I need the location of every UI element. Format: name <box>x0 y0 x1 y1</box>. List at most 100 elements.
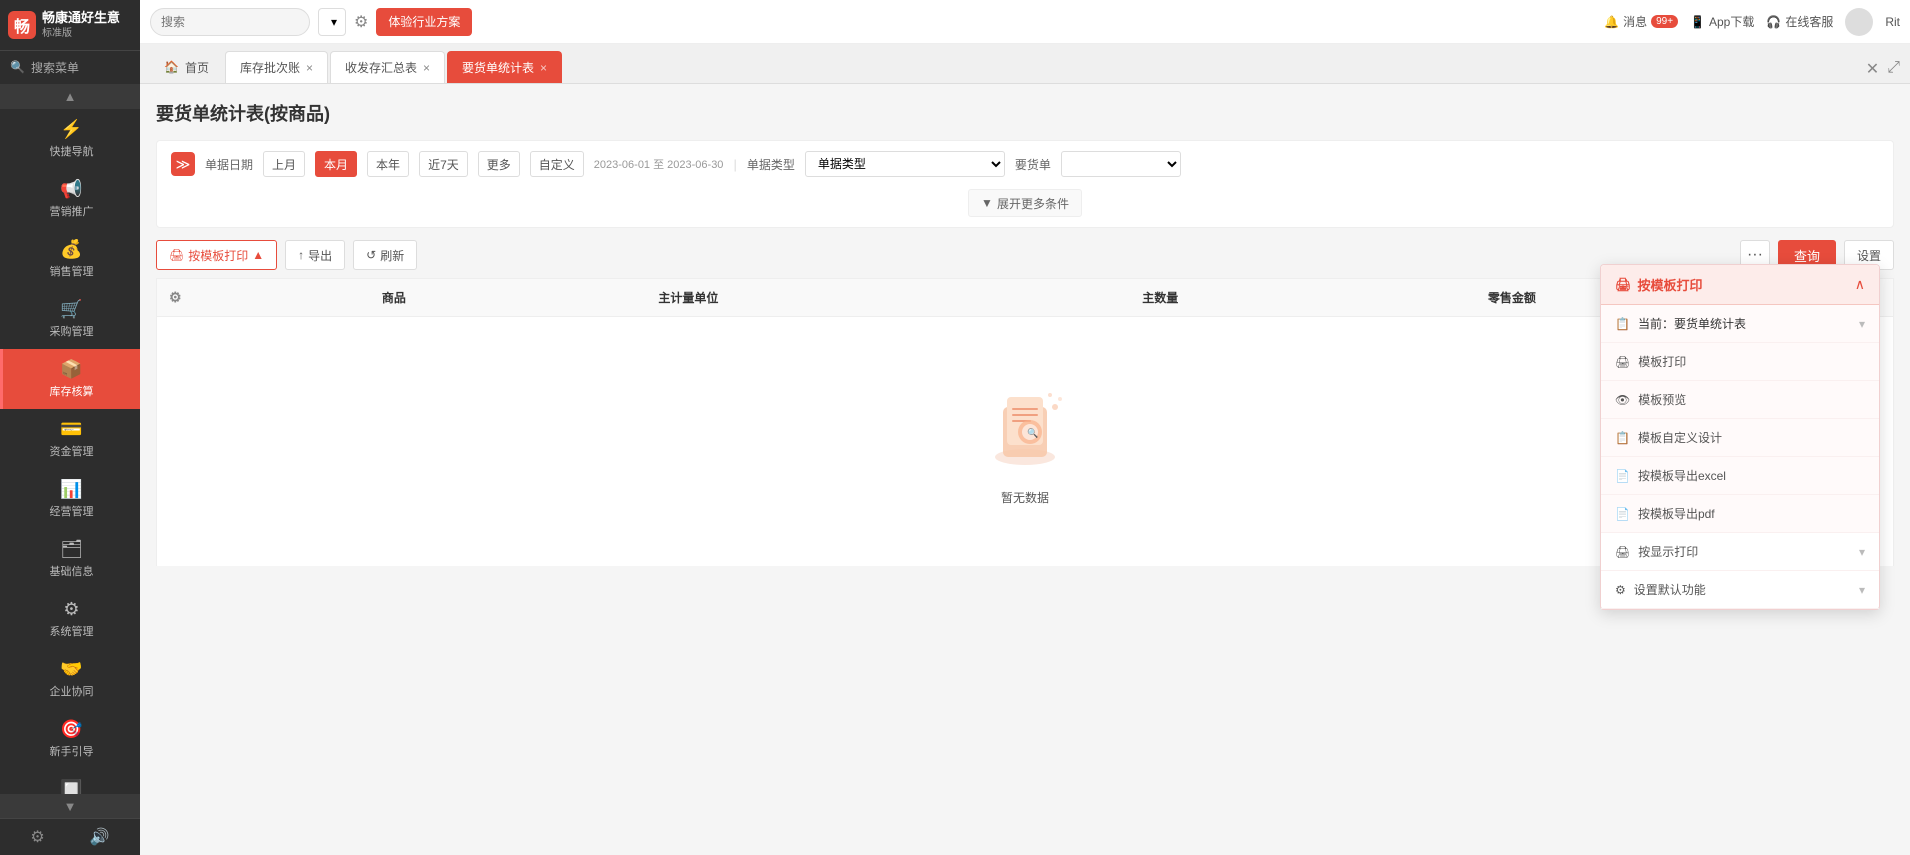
header-dropdown-btn[interactable]: ▾ <box>318 8 346 36</box>
prev-month-btn[interactable]: 上月 <box>263 151 305 177</box>
notifications-btn[interactable]: 🔔 消息 99+ <box>1604 13 1678 30</box>
this-month-btn[interactable]: 本月 <box>315 151 357 177</box>
main-area: ▾ ⚙ 体验行业方案 🔔 消息 99+ 📱 App下载 🎧 在线客服 Rit <box>140 0 1910 855</box>
current-template-item[interactable]: 📋 当前：要货单统计表 ▾ <box>1601 305 1879 343</box>
refresh-btn-label: 刷新 <box>380 247 404 264</box>
date-filter-label: 单据日期 <box>205 156 253 173</box>
sidebar-item-label: 企业协同 <box>50 683 94 699</box>
sidebar-search[interactable]: 🔍 搜索菜单 <box>0 51 140 85</box>
export-icon: ↑ <box>298 248 304 262</box>
sidebar-item-label: 经营管理 <box>50 503 94 519</box>
tab-receipt-summary[interactable]: 收发存汇总表 × <box>330 51 445 83</box>
print-btn-label: 按模板打印 <box>188 247 248 264</box>
display-print-arrow: ▾ <box>1859 545 1865 559</box>
sidebar-item-system[interactable]: ⚙ 系统管理 <box>0 589 140 649</box>
current-template-arrow: ▾ <box>1859 317 1865 331</box>
sidebar-item-label: 采购管理 <box>50 323 94 339</box>
print-dropdown-header: 🖨 按模板打印 ∧ <box>1601 265 1879 305</box>
search-label: 搜索菜单 <box>31 59 79 76</box>
tab-order-stats[interactable]: 要货单统计表 × <box>447 51 562 83</box>
tab-receipt-summary-label: 收发存汇总表 <box>345 59 417 76</box>
window-close-btn[interactable]: ✕ <box>1866 59 1879 79</box>
template-print-item[interactable]: 🖨 模板打印 <box>1601 343 1879 381</box>
table-settings-th: ⚙ <box>157 279 370 317</box>
date-range-text: 2023-06-01 至 2023-06-30 <box>594 156 724 172</box>
sidebar-item-label: 快捷导航 <box>50 143 94 159</box>
expand-icon: ▼ <box>981 196 993 210</box>
header-gear-icon[interactable]: ⚙ <box>354 12 368 32</box>
tab-home-label: 首页 <box>185 59 209 76</box>
order-type-select[interactable]: 单据类型 <box>805 151 1005 177</box>
export-excel-icon: 📄 <box>1615 469 1630 483</box>
sidebar-scroll-down[interactable]: ▼ <box>0 794 140 818</box>
page-title: 要货单统计表(按商品) <box>156 100 1894 126</box>
template-custom-icon: 📋 <box>1615 431 1630 445</box>
download-icon: 📱 <box>1690 15 1705 29</box>
sidebar-item-operations[interactable]: 📊 经营管理 <box>0 469 140 529</box>
more-icon: ··· <box>1747 246 1763 264</box>
sidebar-item-label: 营销推广 <box>50 203 94 219</box>
sidebar-item-label: 库存核算 <box>50 383 94 399</box>
sidebar-item-label: 销售管理 <box>50 263 94 279</box>
app-download-btn[interactable]: 📱 App下载 <box>1690 13 1754 30</box>
table-settings-icon[interactable]: ⚙ <box>169 289 182 305</box>
this-year-btn[interactable]: 本年 <box>367 151 409 177</box>
last7days-btn[interactable]: 近7天 <box>419 151 468 177</box>
tab-batch-account[interactable]: 库存批次账 × <box>225 51 328 83</box>
export-pdf-icon: 📄 <box>1615 507 1630 521</box>
custom-btn[interactable]: 自定义 <box>530 151 584 177</box>
page-content: 要货单统计表(按商品) ≫ 单据日期 上月 本月 本年 近7天 更多 自定义 2… <box>140 84 1910 855</box>
trial-button[interactable]: 体验行业方案 <box>376 8 472 36</box>
refresh-button[interactable]: ↺ 刷新 <box>353 240 417 270</box>
template-export-pdf-item[interactable]: 📄 按模板导出pdf <box>1601 495 1879 533</box>
sidebar-item-finance[interactable]: 💳 资金管理 <box>0 409 140 469</box>
service-icon: 🎧 <box>1766 15 1781 29</box>
system-icon: ⚙ <box>63 599 79 620</box>
tab-receipt-summary-close[interactable]: × <box>423 61 430 75</box>
sidebar-scroll-up[interactable]: ▲ <box>0 85 140 109</box>
goods-category-select[interactable] <box>1061 151 1181 177</box>
sidebar-item-marketing[interactable]: 📢 营销推广 <box>0 169 140 229</box>
export-button[interactable]: ↑ 导出 <box>285 240 345 270</box>
filter-expand-btn[interactable]: ≫ <box>171 152 195 176</box>
template-preview-item[interactable]: 👁 模板预览 <box>1601 381 1879 419</box>
print-button[interactable]: 🖨 按模板打印 ▲ <box>156 240 277 270</box>
sales-icon: 💰 <box>60 239 82 260</box>
sidebar-sound-btn[interactable]: 🔊 <box>90 827 110 847</box>
sidebar-item-inventory[interactable]: 📦 库存核算 <box>0 349 140 409</box>
col-goods: 商品 <box>370 279 647 317</box>
more-btn[interactable]: 更多 <box>478 151 520 177</box>
sidebar-item-basic[interactable]: 🗂 基础信息 <box>0 529 140 589</box>
tab-batch-account-close[interactable]: × <box>306 61 313 75</box>
sidebar-item-appstore[interactable]: 🔲 应用中心 <box>0 769 140 794</box>
sidebar-item-purchase[interactable]: 🛒 采购管理 <box>0 289 140 349</box>
empty-text: 暂无数据 <box>1001 489 1049 506</box>
print-dropdown-close-btn[interactable]: ∧ <box>1855 276 1865 293</box>
tab-order-stats-close[interactable]: × <box>540 61 547 75</box>
set-default-label: 设置默认功能 <box>1634 581 1706 598</box>
display-print-item[interactable]: 🖨 按显示打印 ▾ <box>1601 533 1879 571</box>
sidebar-item-guide[interactable]: 🎯 新手引导 <box>0 709 140 769</box>
online-service-btn[interactable]: 🎧 在线客服 <box>1766 13 1833 30</box>
sidebar-item-quick-nav[interactable]: ⚡ 快捷导航 <box>0 109 140 169</box>
template-custom-item[interactable]: 📋 模板自定义设计 <box>1601 419 1879 457</box>
template-export-excel-item[interactable]: 📄 按模板导出excel <box>1601 457 1879 495</box>
header-search-input[interactable] <box>150 8 310 36</box>
expand-conditions-btn[interactable]: ▼ 展开更多条件 <box>968 189 1082 217</box>
tabs-bar: 🏠 首页 库存批次账 × 收发存汇总表 × 要货单统计表 × ✕ ⤢ <box>140 44 1910 84</box>
sidebar-settings-btn[interactable]: ⚙ <box>30 827 44 847</box>
quick-nav-icon: ⚡ <box>60 119 82 140</box>
window-expand-btn[interactable]: ⤢ <box>1887 59 1900 79</box>
logo-text: 畅康通好生意 标准版 <box>42 10 120 40</box>
refresh-icon: ↺ <box>366 248 376 262</box>
sidebar-item-collab[interactable]: 🤝 企业协同 <box>0 649 140 709</box>
home-icon: 🏠 <box>164 60 179 74</box>
tab-home[interactable]: 🏠 首页 <box>150 51 223 83</box>
set-default-item[interactable]: ⚙ 设置默认功能 ▾ <box>1601 571 1879 609</box>
sidebar-item-sales[interactable]: 💰 销售管理 <box>0 229 140 289</box>
current-template-icon: 📋 <box>1615 317 1630 331</box>
print-dropdown-arrow: ▲ <box>252 248 264 262</box>
display-print-label: 按显示打印 <box>1638 543 1698 560</box>
notification-label: 消息 <box>1623 13 1647 30</box>
filter-row-1: ≫ 单据日期 上月 本月 本年 近7天 更多 自定义 2023-06-01 至 … <box>171 151 1879 177</box>
